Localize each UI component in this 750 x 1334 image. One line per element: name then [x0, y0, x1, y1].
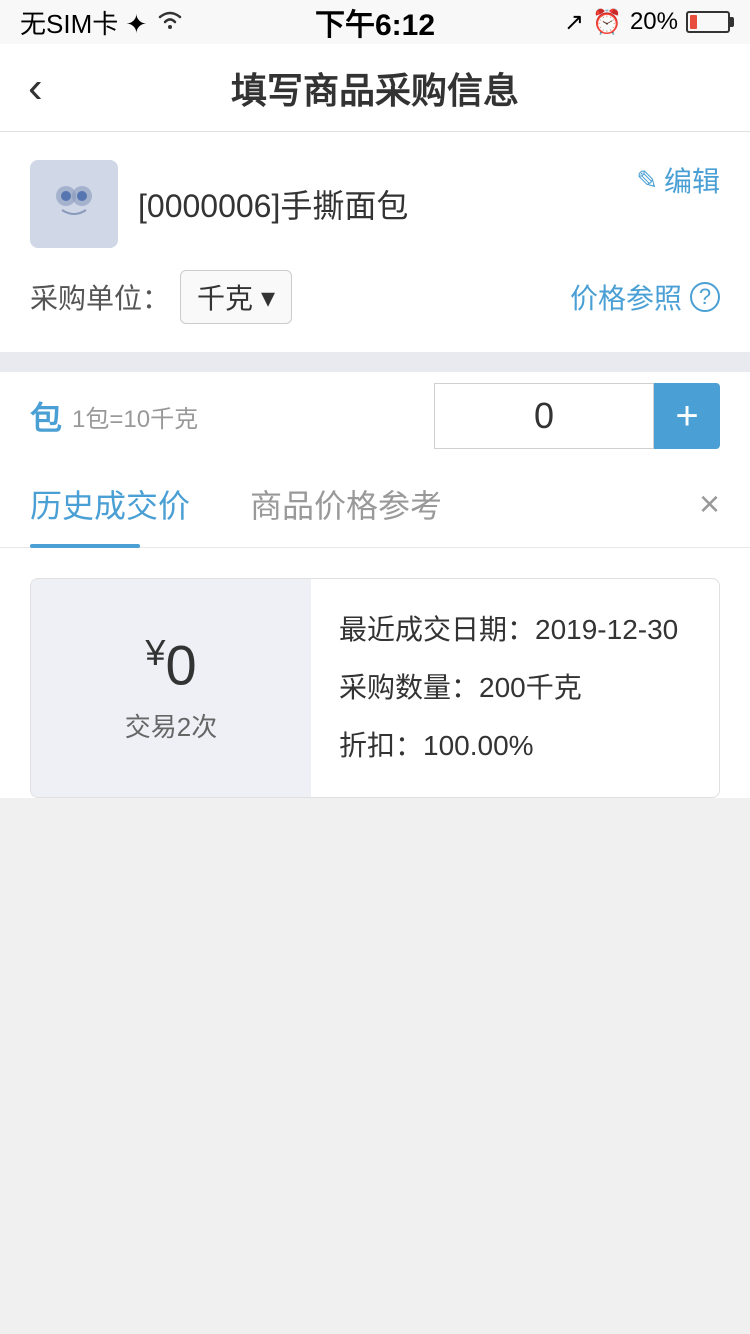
- tab-product-price[interactable]: 商品价格参考: [250, 460, 472, 548]
- product-card: [0000006]手撕面包 ✎ 编辑 采购单位： 千克 ▾ 价格参照 ?: [0, 132, 750, 352]
- purchase-qty-label: 采购数量：: [339, 672, 479, 703]
- discount-value: 100.00%: [423, 730, 534, 761]
- edit-button[interactable]: ✎ 编辑: [636, 160, 720, 200]
- package-label: 包 1包=10千克: [30, 393, 198, 439]
- purchase-qty-row: 采购数量：200千克: [339, 667, 691, 709]
- status-left: 无SIM卡 ✦: [20, 4, 185, 41]
- edit-label: 编辑: [664, 160, 720, 200]
- purchase-qty-value: 200千克: [479, 672, 582, 703]
- help-icon: ?: [690, 282, 720, 312]
- unit-selector[interactable]: 千克 ▾: [180, 270, 292, 324]
- plus-icon: +: [675, 394, 698, 439]
- tab-history-price[interactable]: 历史成交价: [30, 460, 220, 548]
- section-divider: [0, 352, 750, 372]
- page-title: 填写商品采购信息: [231, 62, 519, 114]
- product-info: [0000006]手撕面包: [138, 181, 408, 227]
- tabs-section: 历史成交价 商品价格参考 × ¥0 交易2次 最近成交日期：2019-12-30: [0, 460, 750, 798]
- price-reference-button[interactable]: 价格参照 ?: [570, 277, 720, 317]
- price-value: 0: [165, 633, 196, 696]
- tab-product-label: 商品价格参考: [250, 481, 442, 527]
- package-hint: 1包=10千克: [72, 399, 198, 434]
- price-card: ¥0 交易2次 最近成交日期：2019-12-30 采购数量：200千克 折扣：…: [30, 578, 720, 798]
- product-header: [0000006]手撕面包 ✎ 编辑: [30, 160, 720, 248]
- wifi-icon: [155, 7, 185, 38]
- currency-symbol: ¥: [145, 632, 165, 673]
- price-left-panel: ¥0 交易2次: [31, 579, 311, 797]
- trade-count: 交易2次: [125, 707, 217, 744]
- product-left: [0000006]手撕面包: [30, 160, 408, 248]
- product-name: [0000006]手撕面包: [138, 181, 408, 227]
- unit-label: 采购单位：: [30, 277, 170, 317]
- battery-icon: [686, 11, 730, 33]
- status-right: ↗ ⏰ 20%: [564, 8, 730, 37]
- main-content: 历史成交价 商品价格参考 × ¥0 交易2次 最近成交日期：2019-12-30: [0, 460, 750, 1060]
- unit-arrow: ▾: [261, 281, 275, 314]
- quantity-row: 包 1包=10千克 0 +: [0, 372, 750, 460]
- discount-row: 折扣：100.00%: [339, 725, 691, 767]
- alarm-icon: ⏰: [592, 8, 622, 37]
- unit-value: 千克: [197, 277, 253, 317]
- nav-bar: ‹ 填写商品采购信息: [0, 44, 750, 132]
- price-amount: ¥0: [145, 632, 196, 698]
- price-right-panel: 最近成交日期：2019-12-30 采购数量：200千克 折扣：100.00%: [311, 579, 719, 797]
- quantity-plus-button[interactable]: +: [654, 383, 720, 449]
- location-icon: ↗: [564, 8, 584, 37]
- back-button[interactable]: ‹: [28, 66, 43, 110]
- edit-icon: ✎: [636, 165, 658, 196]
- price-ref-label: 价格参照: [570, 277, 682, 317]
- product-unit-row: 采购单位： 千克 ▾ 价格参照 ?: [30, 270, 720, 324]
- unit-selector-group: 采购单位： 千克 ▾: [30, 270, 292, 324]
- quantity-input[interactable]: 0: [434, 383, 654, 449]
- package-icon: 包: [30, 393, 62, 439]
- discount-label: 折扣：: [339, 730, 423, 761]
- tab-history-label: 历史成交价: [30, 481, 190, 527]
- recent-date-row: 最近成交日期：2019-12-30: [339, 609, 691, 651]
- carrier-text: 无SIM卡 ✦: [20, 4, 147, 41]
- tab-underline: [30, 544, 140, 548]
- recent-date-value: 2019-12-30: [535, 614, 678, 645]
- tabs-header: 历史成交价 商品价格参考 ×: [0, 460, 750, 548]
- status-bar: 无SIM卡 ✦ 下午6:12 ↗ ⏰ 20%: [0, 0, 750, 44]
- tabs-close-button[interactable]: ×: [699, 483, 720, 525]
- battery-percent: 20%: [630, 8, 678, 36]
- quantity-control: 0 +: [434, 383, 720, 449]
- product-thumbnail: [30, 160, 118, 248]
- recent-date-label: 最近成交日期：: [339, 614, 535, 645]
- status-time: 下午6:12: [315, 0, 435, 44]
